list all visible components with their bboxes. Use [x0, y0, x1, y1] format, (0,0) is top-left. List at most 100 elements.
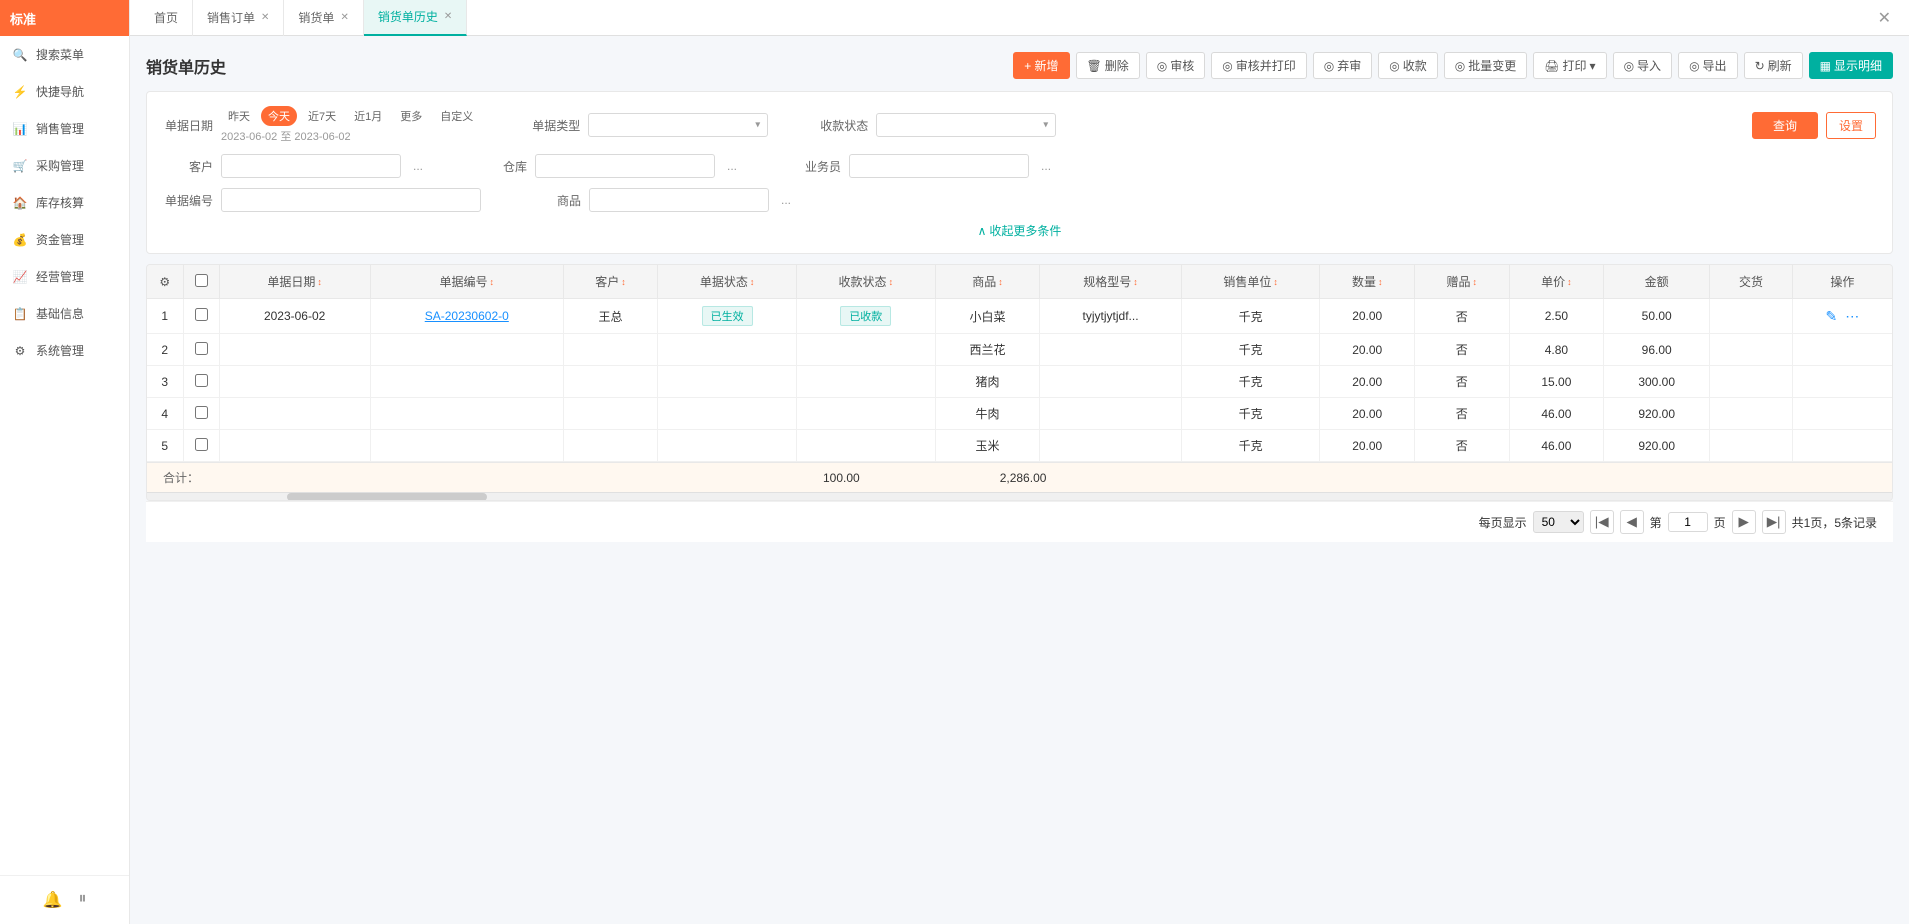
import-button[interactable]: ◎ 导入 [1613, 52, 1673, 79]
scroll-track[interactable] [147, 492, 1892, 500]
cell-action[interactable]: ✎⋯ [1792, 299, 1892, 334]
warehouse-input[interactable] [535, 154, 715, 178]
abandon-button[interactable]: ◎ 弃审 [1313, 52, 1373, 79]
more-icon[interactable]: ⋯ [1845, 308, 1859, 325]
collapse-filter-btn[interactable]: ∧ 收起更多条件 [163, 222, 1876, 239]
tab-bar-close-btn[interactable]: ✕ [1870, 8, 1899, 28]
audit-print-button[interactable]: ◎ 审核并打印 [1211, 52, 1307, 79]
sort-spec-icon: ↕ [1133, 277, 1138, 287]
query-button[interactable]: 查询 [1752, 112, 1818, 139]
date-more-btn[interactable]: 更多 [393, 106, 429, 126]
cell-doc-no[interactable] [370, 334, 563, 366]
pause-icon[interactable]: ⏸ [78, 890, 86, 910]
tab-sales-order[interactable]: 销售订单 ✕ [193, 0, 284, 36]
sidebar-item-basic-info[interactable]: 📋 基础信息 [0, 295, 129, 332]
collect-button[interactable]: ◎ 收款 [1378, 52, 1438, 79]
salesperson-input[interactable] [849, 154, 1029, 178]
tab-home[interactable]: 首页 [140, 0, 193, 36]
row-checkbox[interactable] [195, 374, 208, 387]
date-today-btn[interactable]: 今天 [261, 106, 297, 126]
sidebar-item-quick-nav[interactable]: ⚡ 快捷导航 [0, 73, 129, 110]
page-prev-btn[interactable]: ◀ [1620, 510, 1644, 534]
row-checkbox[interactable] [195, 342, 208, 355]
col-date[interactable]: 单据日期↕ [219, 265, 370, 299]
col-gear[interactable]: ⚙ [147, 265, 183, 299]
sidebar-item-search-menu[interactable]: 🔍 搜索菜单 [0, 36, 129, 73]
cell-qty: 20.00 [1320, 430, 1415, 462]
date-yesterday-btn[interactable]: 昨天 [221, 106, 257, 126]
delete-button[interactable]: 🗑 删除 [1076, 52, 1140, 79]
edit-icon[interactable]: ✎ [1826, 308, 1838, 325]
notification-icon[interactable]: 🔔 [43, 890, 63, 910]
sidebar-item-purchase-mgmt[interactable]: 🛒 采购管理 [0, 147, 129, 184]
audit-button[interactable]: ◎ 审核 [1146, 52, 1206, 79]
collect-status-select[interactable] [876, 113, 1056, 137]
cell-doc-no[interactable] [370, 398, 563, 430]
date-1month-btn[interactable]: 近1月 [347, 106, 389, 126]
sidebar-item-sales-mgmt[interactable]: 📊 销售管理 [0, 110, 129, 147]
customer-input[interactable] [221, 154, 401, 178]
select-all-checkbox[interactable] [195, 274, 208, 287]
settings-button[interactable]: 设置 [1826, 112, 1876, 139]
cell-doc-no[interactable]: SA-20230602-0 [370, 299, 563, 334]
doc-type-select[interactable] [588, 113, 768, 137]
sidebar-item-operations[interactable]: 📈 经营管理 [0, 258, 129, 295]
row-checkbox[interactable] [195, 308, 208, 321]
col-spec[interactable]: 规格型号↕ [1040, 265, 1181, 299]
page-last-btn[interactable]: ▶| [1762, 510, 1786, 534]
per-page-select[interactable]: 50 100 200 [1533, 511, 1584, 533]
tab-close-sales-goods[interactable]: ✕ [340, 12, 348, 23]
batch-change-button[interactable]: ◎ 批量变更 [1444, 52, 1528, 79]
salesperson-ellipsis[interactable]: ... [1037, 159, 1055, 173]
cell-doc-no[interactable] [370, 366, 563, 398]
goods-input[interactable] [589, 188, 769, 212]
page-first-btn[interactable]: |◀ [1590, 510, 1614, 534]
tab-sales-history[interactable]: 销货单历史 ✕ [364, 0, 467, 36]
new-button[interactable]: + 新增 [1013, 52, 1069, 79]
cell-action[interactable] [1792, 366, 1892, 398]
col-unit[interactable]: 销售单位↕ [1181, 265, 1320, 299]
cell-checkbox[interactable] [183, 398, 219, 430]
customer-ellipsis[interactable]: ... [409, 159, 427, 173]
cell-action[interactable] [1792, 430, 1892, 462]
goods-ellipsis[interactable]: ... [777, 193, 795, 207]
refresh-button[interactable]: ↻ 刷新 [1744, 52, 1803, 79]
col-customer[interactable]: 客户↕ [563, 265, 658, 299]
col-collect-status[interactable]: 收款状态↕ [796, 265, 935, 299]
warehouse-ellipsis[interactable]: ... [723, 159, 741, 173]
col-doc-status[interactable]: 单据状态↕ [658, 265, 797, 299]
cell-checkbox[interactable] [183, 366, 219, 398]
scroll-thumb[interactable] [287, 493, 487, 501]
col-doc-no[interactable]: 单据编号↕ [370, 265, 563, 299]
sidebar-item-inventory[interactable]: 🏠 库存核算 [0, 184, 129, 221]
col-gift[interactable]: 赠品↕ [1415, 265, 1510, 299]
page-next-btn[interactable]: ▶ [1732, 510, 1756, 534]
export-button[interactable]: ◎ 导出 [1678, 52, 1738, 79]
col-goods[interactable]: 商品↕ [935, 265, 1040, 299]
doc-no-input[interactable] [221, 188, 481, 212]
cell-action[interactable] [1792, 334, 1892, 366]
tab-sales-goods[interactable]: 销货单 ✕ [284, 0, 363, 36]
show-detail-button[interactable]: ▦ 显示明细 [1809, 52, 1893, 79]
cell-checkbox[interactable] [183, 430, 219, 462]
cell-checkbox[interactable] [183, 334, 219, 366]
filter-row-3: 单据编号 商品 ... [163, 188, 1876, 212]
total-info: 共1页，5条记录 [1792, 514, 1877, 531]
cell-doc-no[interactable] [370, 430, 563, 462]
doc-no-link[interactable]: SA-20230602-0 [425, 309, 509, 323]
print-button[interactable]: 🖨 打印 ▾ [1533, 52, 1606, 79]
col-price[interactable]: 单价↕ [1509, 265, 1604, 299]
date-7days-btn[interactable]: 近7天 [301, 106, 343, 126]
row-checkbox[interactable] [195, 406, 208, 419]
tab-close-sales-history[interactable]: ✕ [444, 11, 452, 22]
cell-action[interactable] [1792, 398, 1892, 430]
col-checkbox[interactable] [183, 265, 219, 299]
sidebar-item-system-mgmt[interactable]: ⚙ 系统管理 [0, 332, 129, 369]
sidebar-item-finance[interactable]: 💰 资金管理 [0, 221, 129, 258]
page-input[interactable] [1668, 512, 1708, 532]
col-qty[interactable]: 数量↕ [1320, 265, 1415, 299]
cell-checkbox[interactable] [183, 299, 219, 334]
tab-close-sales-order[interactable]: ✕ [261, 12, 269, 23]
date-custom-btn[interactable]: 自定义 [433, 106, 480, 126]
row-checkbox[interactable] [195, 438, 208, 451]
